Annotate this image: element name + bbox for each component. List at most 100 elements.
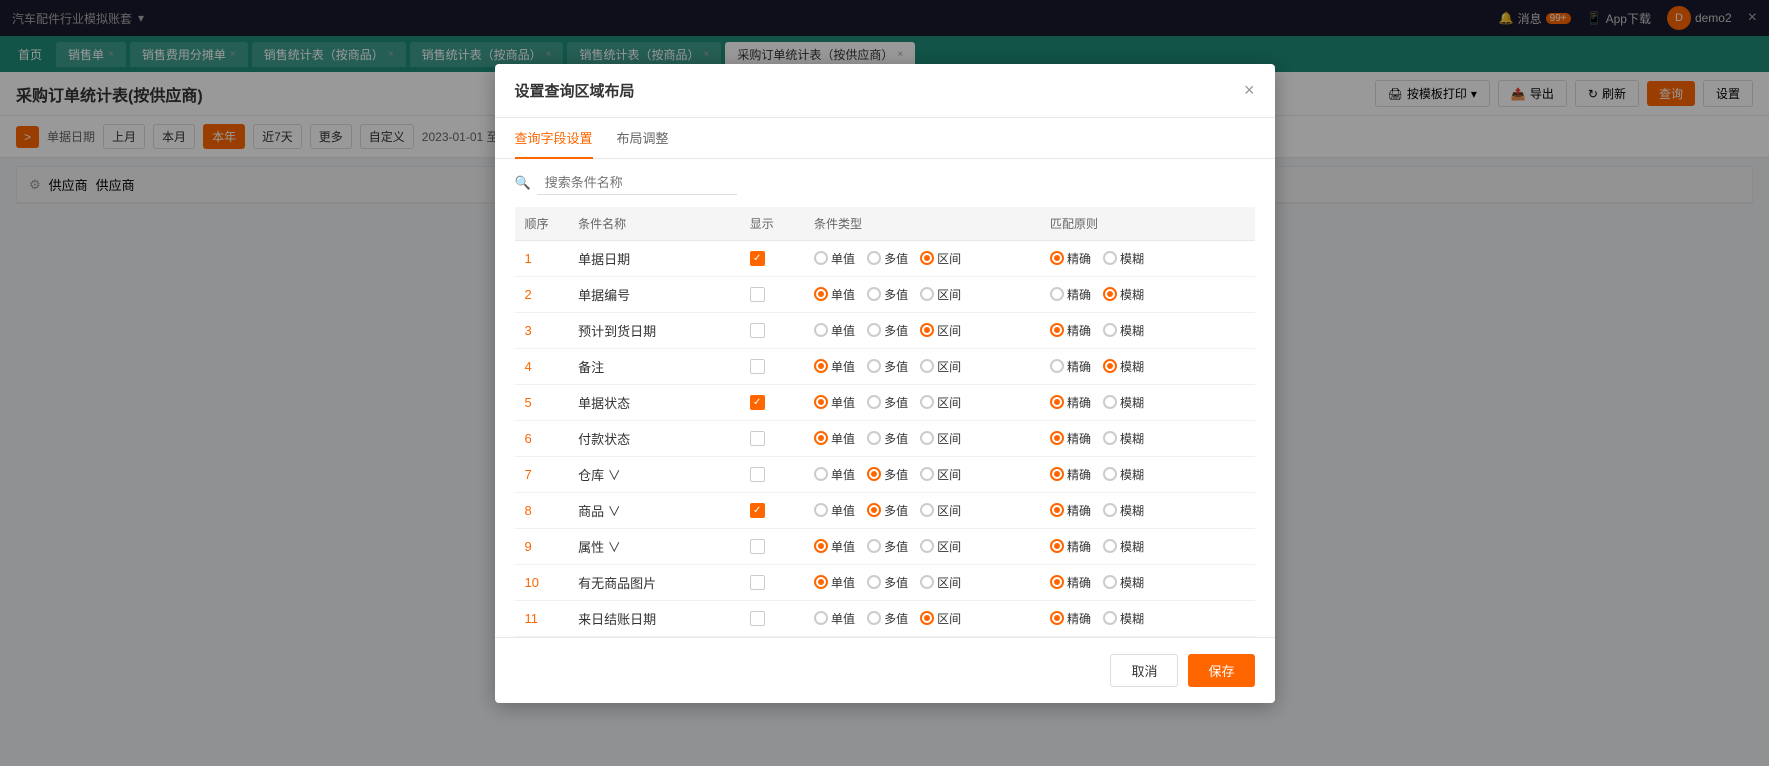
tab-layout-adjust[interactable]: 布局调整 [617,118,669,159]
tab-query-fields[interactable]: 查询字段设置 [515,118,593,159]
match-radio-模糊[interactable]: 模糊 [1103,502,1144,519]
row-type: 单值多值区间 [804,420,1040,456]
type-radio-区间[interactable]: 区间 [920,358,961,375]
match-radio-模糊[interactable]: 模糊 [1103,610,1144,627]
match-radio-精确[interactable]: 精确 [1050,430,1091,447]
row-type: 单值多值区间 [804,600,1040,636]
type-radio-区间[interactable]: 区间 [920,394,961,411]
radio-circle [814,323,828,337]
row-show[interactable] [740,600,804,636]
type-radio-多值[interactable]: 多值 [867,610,908,627]
row-match: 精确模糊 [1040,564,1255,600]
type-radio-多值[interactable]: 多值 [867,574,908,591]
match-radio-精确[interactable]: 精确 [1050,538,1091,555]
row-type: 单值多值区间 [804,528,1040,564]
modal-footer: 取消 保存 [495,637,1275,703]
type-radio-单值[interactable]: 单值 [814,538,855,555]
match-radio-精确[interactable]: 精确 [1050,502,1091,519]
show-checkbox[interactable] [750,431,765,446]
row-show[interactable] [740,240,804,276]
row-show[interactable] [740,528,804,564]
match-radio-模糊[interactable]: 模糊 [1103,250,1144,267]
type-radio-多值[interactable]: 多值 [867,322,908,339]
radio-circle [1050,251,1064,265]
modal-close-button[interactable]: × [1244,81,1255,99]
cancel-button[interactable]: 取消 [1110,654,1178,687]
type-radio-单值[interactable]: 单值 [814,286,855,303]
row-show[interactable] [740,420,804,456]
show-checkbox[interactable] [750,395,765,410]
type-radio-单值[interactable]: 单值 [814,502,855,519]
radio-circle [920,287,934,301]
search-icon: 🔍 [515,175,531,191]
type-radio-单值[interactable]: 单值 [814,430,855,447]
type-radio-区间[interactable]: 区间 [920,250,961,267]
type-radio-多值[interactable]: 多值 [867,358,908,375]
show-checkbox[interactable] [750,287,765,302]
type-radio-多值[interactable]: 多值 [867,502,908,519]
type-radio-区间[interactable]: 区间 [920,286,961,303]
table-row: 10有无商品图片单值多值区间精确模糊 [515,564,1255,600]
type-radio-单值[interactable]: 单值 [814,466,855,483]
match-radio-精确[interactable]: 精确 [1050,466,1091,483]
match-radio-精确[interactable]: 精确 [1050,250,1091,267]
match-radio-模糊[interactable]: 模糊 [1103,538,1144,555]
show-checkbox[interactable] [750,323,765,338]
match-radio-精确[interactable]: 精确 [1050,322,1091,339]
match-radio-精确[interactable]: 精确 [1050,286,1091,303]
match-radio-模糊[interactable]: 模糊 [1103,394,1144,411]
type-radio-多值[interactable]: 多值 [867,430,908,447]
type-radio-单值[interactable]: 单值 [814,574,855,591]
type-radio-多值[interactable]: 多值 [867,394,908,411]
match-radio-模糊[interactable]: 模糊 [1103,574,1144,591]
type-radio-单值[interactable]: 单值 [814,358,855,375]
show-checkbox[interactable] [750,503,765,518]
match-radio-精确[interactable]: 精确 [1050,358,1091,375]
row-show[interactable] [740,312,804,348]
row-show[interactable] [740,276,804,312]
radio-circle [1103,251,1117,265]
search-input[interactable] [537,171,737,195]
row-show[interactable] [740,348,804,384]
match-radio-模糊[interactable]: 模糊 [1103,322,1144,339]
match-radio-精确[interactable]: 精确 [1050,610,1091,627]
row-show[interactable] [740,384,804,420]
show-checkbox[interactable] [750,359,765,374]
row-type: 单值多值区间 [804,312,1040,348]
row-order: 1 [515,240,569,276]
match-radio-精确[interactable]: 精确 [1050,574,1091,591]
row-show[interactable] [740,564,804,600]
show-checkbox[interactable] [750,467,765,482]
show-checkbox[interactable] [750,251,765,266]
type-radio-区间[interactable]: 区间 [920,502,961,519]
type-radio-单值[interactable]: 单值 [814,250,855,267]
match-radio-模糊[interactable]: 模糊 [1103,430,1144,447]
match-radio-模糊[interactable]: 模糊 [1103,466,1144,483]
row-show[interactable] [740,492,804,528]
type-radio-多值[interactable]: 多值 [867,538,908,555]
show-checkbox[interactable] [750,611,765,626]
show-checkbox[interactable] [750,539,765,554]
row-show[interactable] [740,456,804,492]
type-radio-单值[interactable]: 单值 [814,610,855,627]
match-radio-精确[interactable]: 精确 [1050,394,1091,411]
type-radio-多值[interactable]: 多值 [867,466,908,483]
type-radio-区间[interactable]: 区间 [920,610,961,627]
type-radio-区间[interactable]: 区间 [920,466,961,483]
row-name: 有无商品图片 [568,564,740,600]
type-radio-多值[interactable]: 多值 [867,250,908,267]
type-radio-单值[interactable]: 单值 [814,322,855,339]
radio-circle [814,395,828,409]
type-radio-区间[interactable]: 区间 [920,538,961,555]
type-radio-区间[interactable]: 区间 [920,430,961,447]
row-match: 精确模糊 [1040,528,1255,564]
type-radio-单值[interactable]: 单值 [814,394,855,411]
match-radio-模糊[interactable]: 模糊 [1103,286,1144,303]
type-radio-区间[interactable]: 区间 [920,574,961,591]
match-radio-模糊[interactable]: 模糊 [1103,358,1144,375]
save-button[interactable]: 保存 [1188,654,1254,687]
type-radio-区间[interactable]: 区间 [920,322,961,339]
type-radio-多值[interactable]: 多值 [867,286,908,303]
radio-circle [814,467,828,481]
show-checkbox[interactable] [750,575,765,590]
